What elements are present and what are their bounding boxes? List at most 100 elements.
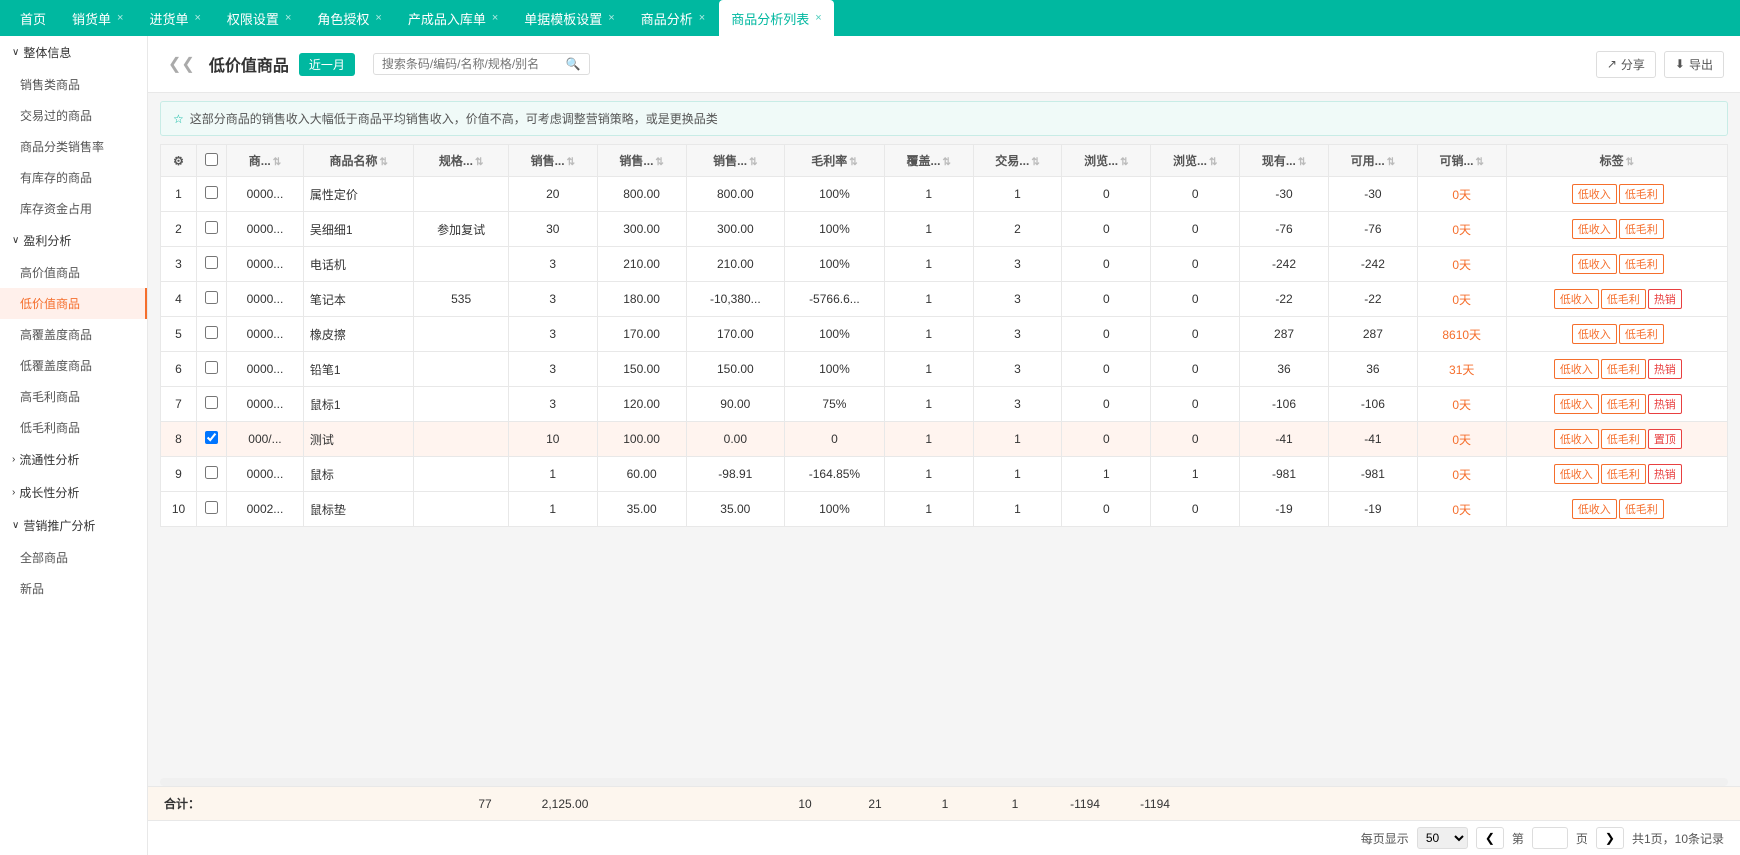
col-tags[interactable]: 标签⇅ — [1506, 145, 1727, 177]
tag-热销[interactable]: 热销 — [1648, 289, 1682, 309]
sidebar-group-profit[interactable]: ∨ 盈利分析 — [0, 224, 147, 257]
close-icon[interactable]: × — [285, 12, 291, 24]
tag-低毛利[interactable]: 低毛利 — [1601, 394, 1646, 414]
close-icon[interactable]: × — [815, 12, 821, 24]
tag-热销[interactable]: 热销 — [1648, 394, 1682, 414]
sidebar-group-circulation[interactable]: › 流通性分析 — [0, 443, 147, 476]
col-sale-amt[interactable]: 销售...⇅ — [597, 145, 686, 177]
tag-低毛利[interactable]: 低毛利 — [1601, 464, 1646, 484]
sidebar-item-high-margin[interactable]: 高毛利商品 — [0, 381, 147, 412]
search-input[interactable] — [382, 57, 562, 71]
first-page-button[interactable]: ❮ — [1476, 827, 1504, 849]
close-icon[interactable]: × — [375, 12, 381, 24]
tag-低毛利[interactable]: 低毛利 — [1619, 499, 1664, 519]
view1-link[interactable]: 0 — [1103, 327, 1110, 341]
per-page-select[interactable]: 50 100 200 — [1417, 827, 1468, 849]
row-select-checkbox[interactable] — [205, 221, 218, 234]
close-icon[interactable]: × — [608, 12, 614, 24]
nav-permissions[interactable]: 权限设置 × — [215, 0, 303, 36]
nav-home[interactable]: 首页 — [8, 0, 58, 36]
view1-link[interactable]: 0 — [1103, 292, 1110, 306]
col-code[interactable]: 商...⇅ — [227, 145, 304, 177]
row-select-checkbox[interactable] — [205, 501, 218, 514]
col-trade[interactable]: 交易...⇅ — [973, 145, 1062, 177]
tag-低毛利[interactable]: 低毛利 — [1619, 254, 1664, 274]
tag-低毛利[interactable]: 低毛利 — [1619, 324, 1664, 344]
col-sale-amt2[interactable]: 销售...⇅ — [686, 145, 785, 177]
close-icon[interactable]: × — [194, 12, 200, 24]
tag-低收入[interactable]: 低收入 — [1554, 359, 1599, 379]
view1-link[interactable]: 0 — [1103, 502, 1110, 516]
time-filter-button[interactable]: 近一月 — [299, 53, 355, 76]
col-gross-rate[interactable]: 毛利率⇅ — [785, 145, 885, 177]
tag-低收入[interactable]: 低收入 — [1554, 289, 1599, 309]
row-select-checkbox[interactable] — [205, 466, 218, 479]
sidebar-group-overall[interactable]: ∨ 整体信息 — [0, 36, 147, 69]
nav-template[interactable]: 单据模板设置 × — [512, 0, 626, 36]
row-select-checkbox[interactable] — [205, 186, 218, 199]
search-icon[interactable]: 🔍 — [566, 57, 581, 71]
row-select-checkbox[interactable] — [205, 361, 218, 374]
sidebar-item-new-products[interactable]: 新品 — [0, 573, 147, 604]
sidebar-item-stock-products[interactable]: 有库存的商品 — [0, 162, 147, 193]
tag-低收入[interactable]: 低收入 — [1554, 429, 1599, 449]
view1-link[interactable]: 0 — [1103, 257, 1110, 271]
tag-低收入[interactable]: 低收入 — [1554, 464, 1599, 484]
tag-置顶[interactable]: 置顶 — [1648, 429, 1682, 449]
col-name[interactable]: 商品名称⇅ — [303, 145, 414, 177]
view1-link[interactable]: 0 — [1103, 362, 1110, 376]
row-select-checkbox[interactable] — [205, 431, 218, 444]
share-button[interactable]: ↗ 分享 — [1596, 51, 1656, 78]
col-gear[interactable]: ⚙ — [161, 145, 197, 177]
tag-低收入[interactable]: 低收入 — [1572, 254, 1617, 274]
tag-低收入[interactable]: 低收入 — [1554, 394, 1599, 414]
row-select-checkbox[interactable] — [205, 291, 218, 304]
nav-roles[interactable]: 角色授权 × — [305, 0, 393, 36]
view1-link[interactable]: 0 — [1103, 432, 1110, 446]
nav-sales[interactable]: 销货单 × — [60, 0, 135, 36]
tag-低收入[interactable]: 低收入 — [1572, 499, 1617, 519]
view1-link[interactable]: 0 — [1103, 222, 1110, 236]
nav-product-analysis-list[interactable]: 商品分析列表 × — [719, 0, 833, 36]
select-all-checkbox[interactable] — [205, 153, 218, 166]
sidebar-item-sales-products[interactable]: 销售类商品 — [0, 69, 147, 100]
col-current[interactable]: 现有...⇅ — [1240, 145, 1329, 177]
sidebar-group-growth[interactable]: › 成长性分析 — [0, 476, 147, 509]
col-saleable[interactable]: 可销...⇅ — [1417, 145, 1506, 177]
nav-product-analysis[interactable]: 商品分析 × — [629, 0, 717, 36]
gear-icon[interactable]: ⚙ — [173, 154, 184, 168]
sidebar-item-high-coverage[interactable]: 高覆盖度商品 — [0, 319, 147, 350]
tag-热销[interactable]: 热销 — [1648, 464, 1682, 484]
horizontal-scrollbar[interactable] — [160, 778, 1728, 786]
tag-低毛利[interactable]: 低毛利 — [1619, 219, 1664, 239]
col-spec[interactable]: 规格...⇅ — [414, 145, 508, 177]
sidebar-item-stock-capital[interactable]: 库存资金占用 — [0, 193, 147, 224]
sidebar-group-marketing[interactable]: ∨ 营销推广分析 — [0, 509, 147, 542]
sidebar-item-high-value[interactable]: 高价值商品 — [0, 257, 147, 288]
close-icon[interactable]: × — [699, 12, 705, 24]
sidebar-item-low-value[interactable]: 低价值商品 — [0, 288, 147, 319]
view1-link[interactable]: 0 — [1103, 187, 1110, 201]
sidebar-item-traded-products[interactable]: 交易过的商品 — [0, 100, 147, 131]
col-avail[interactable]: 可用...⇅ — [1328, 145, 1417, 177]
tag-低收入[interactable]: 低收入 — [1572, 324, 1617, 344]
row-select-checkbox[interactable] — [205, 256, 218, 269]
collapse-sidebar-button[interactable]: ❮❮ — [164, 46, 199, 82]
tag-低毛利[interactable]: 低毛利 — [1601, 359, 1646, 379]
view1-link[interactable]: 0 — [1103, 397, 1110, 411]
tag-低毛利[interactable]: 低毛利 — [1601, 289, 1646, 309]
tag-热销[interactable]: 热销 — [1648, 359, 1682, 379]
row-select-checkbox[interactable] — [205, 396, 218, 409]
next-page-button[interactable]: ❯ — [1596, 827, 1624, 849]
col-sale-qty[interactable]: 销售...⇅ — [508, 145, 597, 177]
nav-purchase[interactable]: 进货单 × — [137, 0, 212, 36]
nav-products-in[interactable]: 产成品入库单 × — [396, 0, 510, 36]
col-cover[interactable]: 覆盖...⇅ — [884, 145, 973, 177]
export-button[interactable]: ⬇ 导出 — [1664, 51, 1724, 78]
col-view1[interactable]: 浏览...⇅ — [1062, 145, 1151, 177]
sidebar-item-all-products[interactable]: 全部商品 — [0, 542, 147, 573]
row-select-checkbox[interactable] — [205, 326, 218, 339]
tag-低收入[interactable]: 低收入 — [1572, 184, 1617, 204]
col-view2[interactable]: 浏览...⇅ — [1151, 145, 1240, 177]
tag-低毛利[interactable]: 低毛利 — [1619, 184, 1664, 204]
